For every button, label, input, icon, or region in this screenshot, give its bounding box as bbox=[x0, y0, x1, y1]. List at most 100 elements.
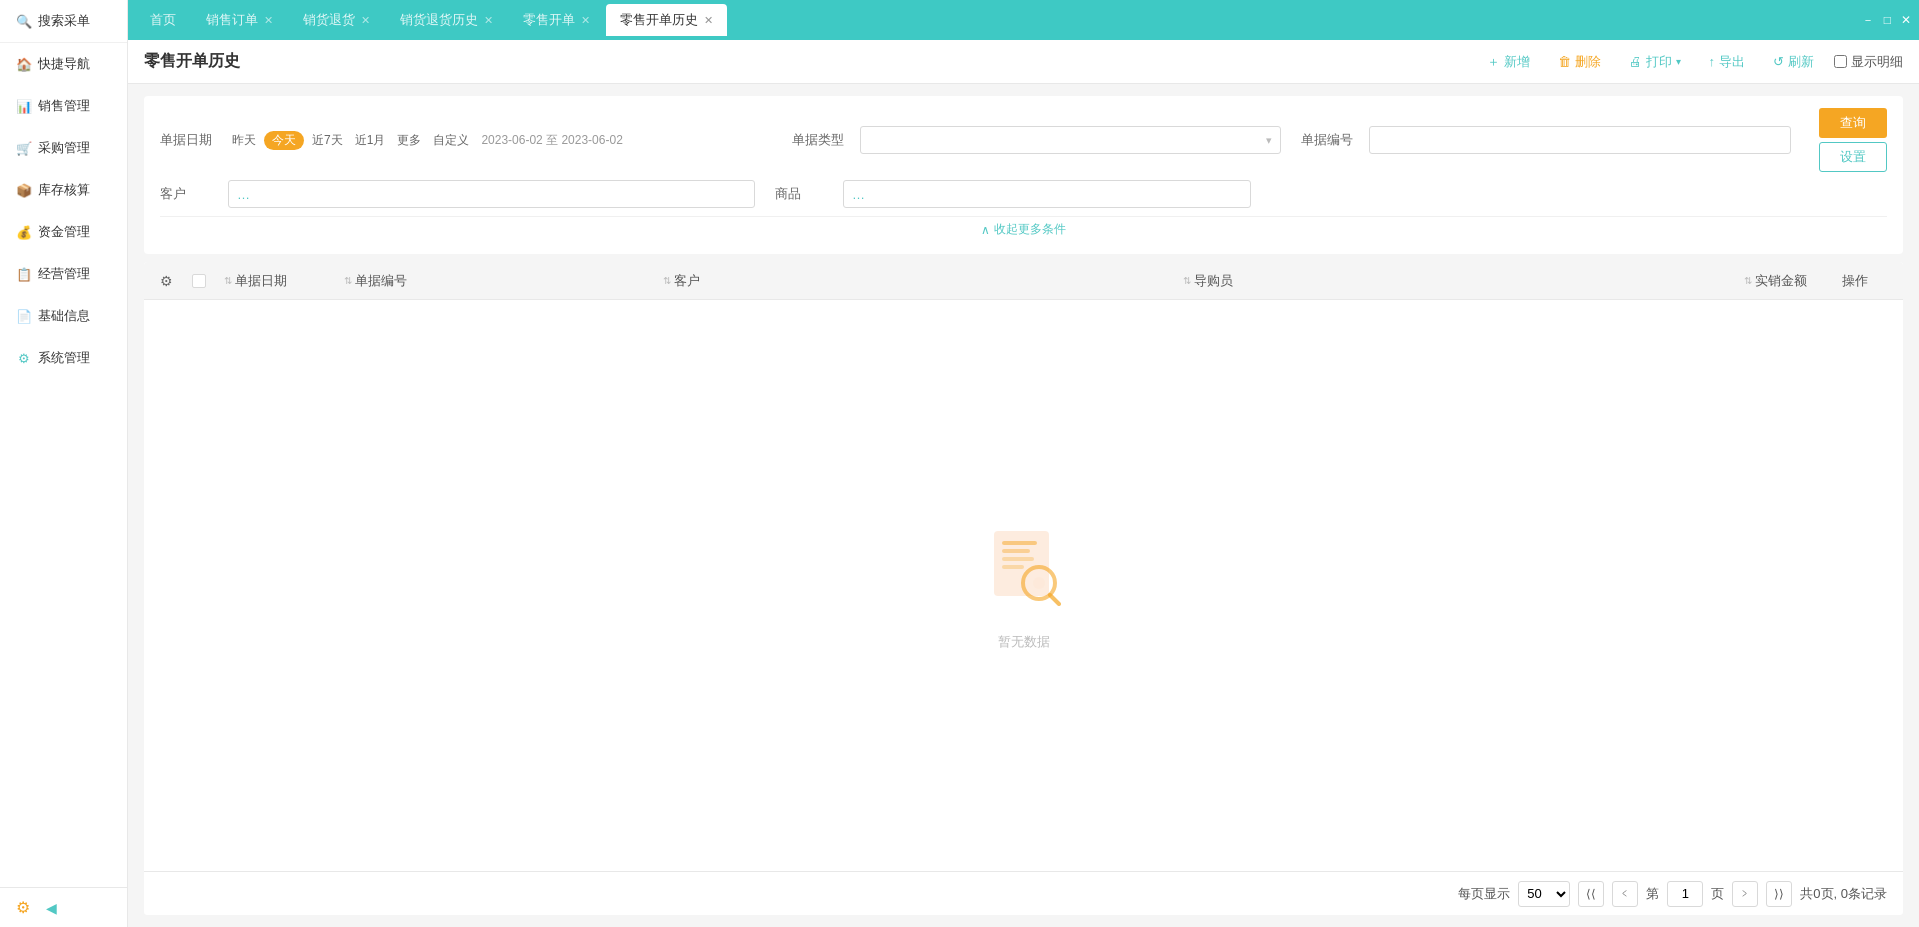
filter-buttons: 查询 设置 bbox=[1819, 108, 1887, 172]
customer-label: 客户 bbox=[160, 185, 220, 203]
top-navigation: 首页 销售订单 ✕ 销货退货 ✕ 销货退货历史 ✕ 零售开单 ✕ 零售开单历史 … bbox=[128, 0, 1919, 40]
th-amount[interactable]: ⇅ 实销金额 bbox=[1695, 272, 1815, 290]
tab-retail-open-history-close[interactable]: ✕ bbox=[704, 14, 713, 27]
tab-retail-open-history[interactable]: 零售开单历史 ✕ bbox=[606, 4, 727, 36]
page-number-input[interactable] bbox=[1667, 881, 1703, 907]
tab-retail-open[interactable]: 零售开单 ✕ bbox=[509, 4, 604, 36]
sidebar-item-label: 采购管理 bbox=[38, 139, 90, 157]
sort-icon-customer: ⇅ bbox=[663, 275, 671, 286]
tab-sales-return-label: 销货退货 bbox=[303, 11, 355, 29]
empty-illustration bbox=[974, 521, 1074, 621]
customer-field: 客户 … bbox=[160, 180, 755, 208]
th-customer[interactable]: ⇅ 客户 bbox=[655, 272, 1175, 290]
th-guide-label: 导购员 bbox=[1194, 272, 1233, 290]
goods-label: 商品 bbox=[775, 185, 835, 203]
order-no-input[interactable] bbox=[1369, 126, 1791, 154]
window-close[interactable]: ✕ bbox=[1901, 13, 1911, 27]
delete-button[interactable]: 🗑 删除 bbox=[1550, 49, 1609, 75]
tab-sales-order[interactable]: 销售订单 ✕ bbox=[192, 4, 287, 36]
table-header: ⚙ ⇅ 单据日期 ⇅ 单据编号 ⇅ 客户 ⇅ bbox=[144, 262, 1903, 300]
tab-sales-return-history[interactable]: 销货退货历史 ✕ bbox=[386, 4, 507, 36]
customer-select[interactable]: … bbox=[228, 180, 755, 208]
sidebar-search-label: 搜索采单 bbox=[38, 12, 90, 30]
tab-sales-order-close[interactable]: ✕ bbox=[264, 14, 273, 27]
per-page-label: 每页显示 bbox=[1458, 885, 1510, 903]
th-ops: 操作 bbox=[1815, 272, 1895, 290]
th-checkbox[interactable] bbox=[184, 274, 216, 288]
toolbar: 零售开单历史 ＋ 新增 🗑 删除 🖨 打印 ▾ ↑ 导出 ↺ 刷新 bbox=[128, 40, 1919, 84]
display-detail-checkbox[interactable]: 显示明细 bbox=[1834, 53, 1903, 71]
collapse-button[interactable]: ∧ 收起更多条件 bbox=[160, 216, 1887, 242]
date-label: 单据日期 bbox=[160, 131, 220, 149]
settings-icon[interactable]: ⚙ bbox=[16, 898, 30, 917]
header-checkbox[interactable] bbox=[192, 274, 206, 288]
date-btn-1month[interactable]: 近1月 bbox=[351, 131, 390, 150]
goods-select[interactable]: … bbox=[843, 180, 1251, 208]
order-no-field: 单据编号 bbox=[1301, 126, 1791, 154]
date-btn-yesterday[interactable]: 昨天 bbox=[228, 131, 260, 150]
next-page-button[interactable]: ﹥ bbox=[1732, 881, 1758, 907]
sidebar-item-quick-nav[interactable]: 🏠 快捷导航 bbox=[0, 43, 127, 85]
main-area: 首页 销售订单 ✕ 销货退货 ✕ 销货退货历史 ✕ 零售开单 ✕ 零售开单历史 … bbox=[128, 0, 1919, 927]
refresh-button[interactable]: ↺ 刷新 bbox=[1765, 49, 1822, 75]
sidebar-item-purchase-mgmt[interactable]: 🛒 采购管理 bbox=[0, 127, 127, 169]
sidebar-item-search[interactable]: 🔍 搜索采单 bbox=[0, 0, 127, 43]
th-guide[interactable]: ⇅ 导购员 bbox=[1175, 272, 1443, 290]
filter-row-2: 客户 … 商品 … bbox=[160, 180, 1887, 208]
table-card: ⚙ ⇅ 单据日期 ⇅ 单据编号 ⇅ 客户 ⇅ bbox=[144, 262, 1903, 915]
window-maximize[interactable]: □ bbox=[1884, 13, 1891, 27]
sidebar-item-sys-mgmt[interactable]: ⚙ 系统管理 bbox=[0, 337, 127, 379]
settings-gear-icon[interactable]: ⚙ bbox=[160, 273, 173, 289]
add-icon: ＋ bbox=[1487, 53, 1500, 71]
add-label: 新增 bbox=[1504, 53, 1530, 71]
first-page-button[interactable]: ⟨⟨ bbox=[1578, 881, 1604, 907]
customer-ellipsis: … bbox=[237, 187, 250, 202]
tab-retail-open-close[interactable]: ✕ bbox=[581, 14, 590, 27]
th-settings[interactable]: ⚙ bbox=[152, 273, 184, 289]
th-amount-label: 实销金额 bbox=[1755, 272, 1807, 290]
display-detail-input[interactable] bbox=[1834, 55, 1847, 68]
th-order-no[interactable]: ⇅ 单据编号 bbox=[336, 272, 655, 290]
collapse-sidebar-icon[interactable]: ◀ bbox=[46, 900, 57, 916]
filter-panel: 单据日期 昨天 今天 近7天 近1月 更多 自定义 2023-06-02 至 2… bbox=[144, 96, 1903, 254]
tab-sales-return-close[interactable]: ✕ bbox=[361, 14, 370, 27]
order-type-label: 单据类型 bbox=[792, 131, 852, 149]
goods-ellipsis: … bbox=[852, 187, 865, 202]
per-page-select[interactable]: 10 20 50 100 bbox=[1518, 881, 1570, 907]
date-btn-7days[interactable]: 近7天 bbox=[308, 131, 347, 150]
sidebar-item-label: 资金管理 bbox=[38, 223, 90, 241]
last-page-button[interactable]: ⟩⟩ bbox=[1766, 881, 1792, 907]
clipboard-icon: 📋 bbox=[16, 266, 32, 282]
sidebar-item-ops-mgmt[interactable]: 📋 经营管理 bbox=[0, 253, 127, 295]
topnav-right: － □ ✕ bbox=[1862, 12, 1911, 29]
sidebar-item-label: 库存核算 bbox=[38, 181, 90, 199]
date-btn-today[interactable]: 今天 bbox=[264, 131, 304, 150]
setting-button[interactable]: 设置 bbox=[1819, 142, 1887, 172]
sidebar: 🔍 搜索采单 🏠 快捷导航 📊 销售管理 🛒 采购管理 📦 库存核算 💰 资金管… bbox=[0, 0, 128, 927]
date-range-text: 2023-06-02 至 2023-06-02 bbox=[481, 132, 622, 149]
query-button[interactable]: 查询 bbox=[1819, 108, 1887, 138]
th-date[interactable]: ⇅ 单据日期 bbox=[216, 272, 336, 290]
tab-sales-return[interactable]: 销货退货 ✕ bbox=[289, 4, 384, 36]
add-button[interactable]: ＋ 新增 bbox=[1479, 49, 1538, 75]
sidebar-item-finance[interactable]: 💰 资金管理 bbox=[0, 211, 127, 253]
delete-label: 删除 bbox=[1575, 53, 1601, 71]
date-btn-custom[interactable]: 自定义 bbox=[429, 131, 473, 150]
export-button[interactable]: ↑ 导出 bbox=[1701, 49, 1754, 75]
sidebar-item-inventory[interactable]: 📦 库存核算 bbox=[0, 169, 127, 211]
prev-page-button[interactable]: ﹤ bbox=[1612, 881, 1638, 907]
print-label: 打印 bbox=[1646, 53, 1672, 71]
sidebar-item-base-info[interactable]: 📄 基础信息 bbox=[0, 295, 127, 337]
tab-sales-return-history-close[interactable]: ✕ bbox=[484, 14, 493, 27]
tab-home[interactable]: 首页 bbox=[136, 4, 190, 36]
window-minimize[interactable]: － bbox=[1862, 12, 1874, 29]
date-btn-more[interactable]: 更多 bbox=[393, 131, 425, 150]
export-label: 导出 bbox=[1719, 53, 1745, 71]
print-chevron-icon: ▾ bbox=[1676, 56, 1681, 67]
print-button[interactable]: 🖨 打印 ▾ bbox=[1621, 49, 1689, 75]
filter-row-1: 单据日期 昨天 今天 近7天 近1月 更多 自定义 2023-06-02 至 2… bbox=[160, 108, 1887, 172]
order-type-select[interactable]: ▾ bbox=[860, 126, 1282, 154]
tab-sales-return-history-label: 销货退货历史 bbox=[400, 11, 478, 29]
collapse-up-icon: ∧ bbox=[981, 223, 990, 237]
sidebar-item-sales-mgmt[interactable]: 📊 销售管理 bbox=[0, 85, 127, 127]
